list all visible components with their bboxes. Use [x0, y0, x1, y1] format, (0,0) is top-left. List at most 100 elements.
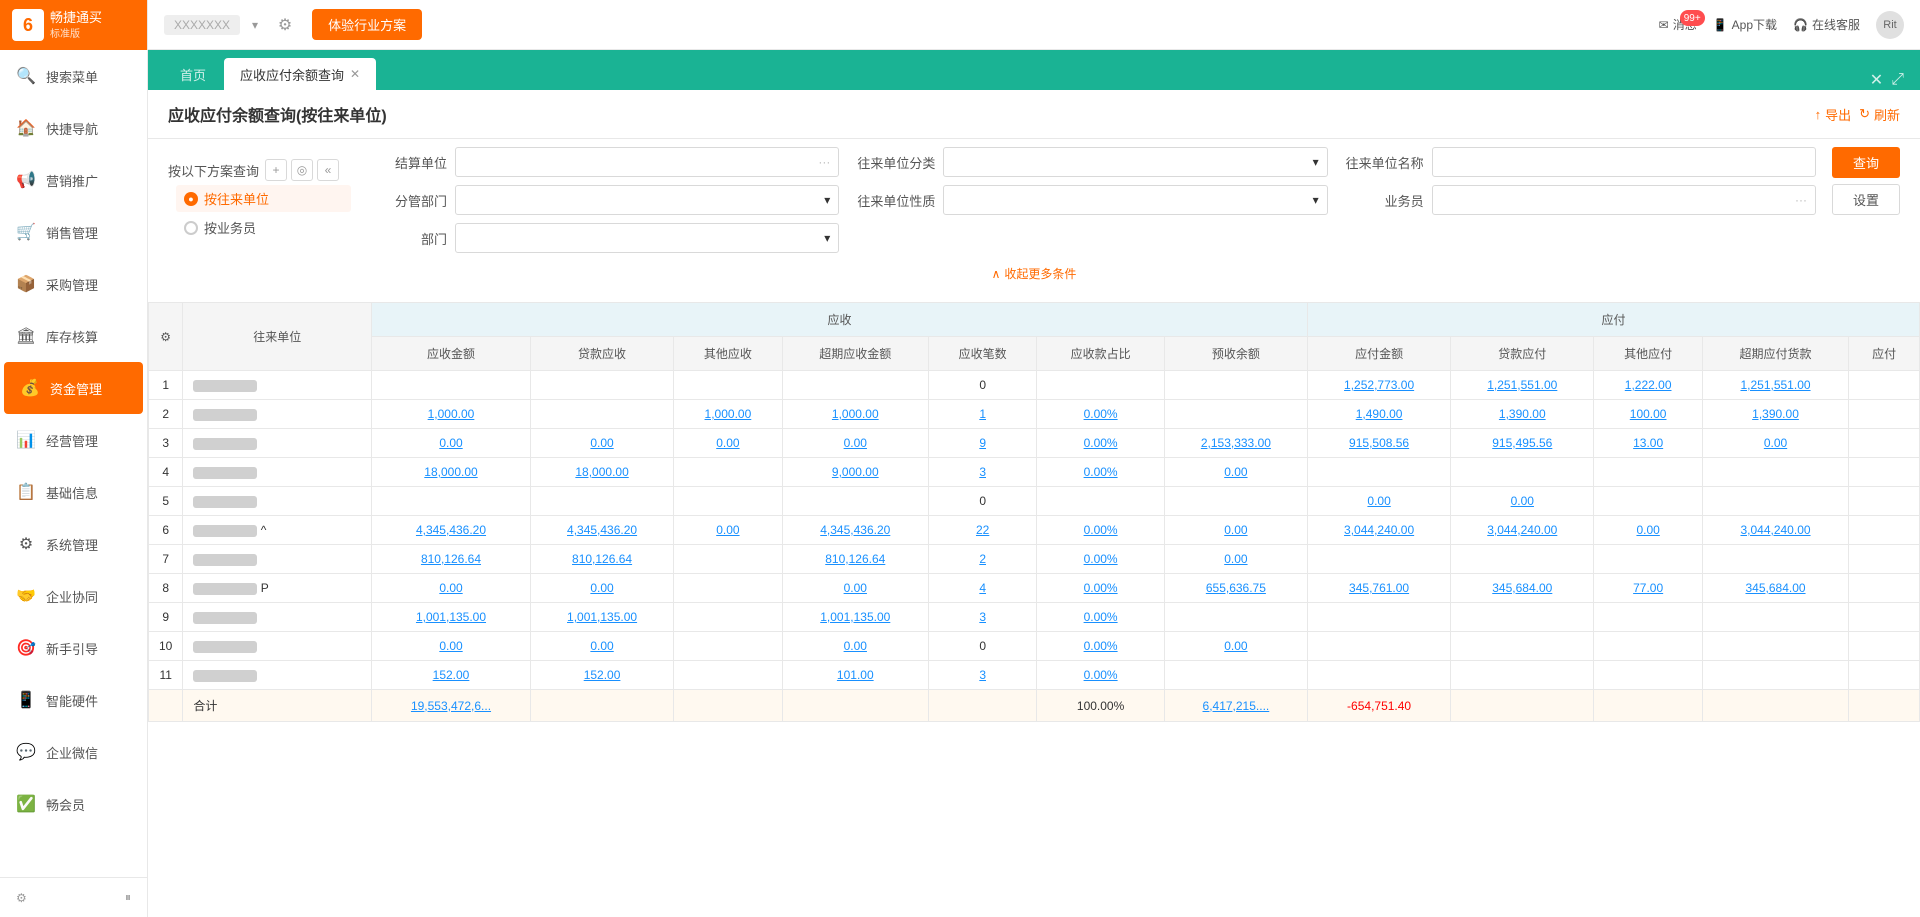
row-ar-amount[interactable]: 810,126.64 [372, 545, 531, 574]
col-settings-header[interactable]: ⚙ [149, 303, 183, 371]
row-ap-amount[interactable]: 345,761.00 [1307, 574, 1450, 603]
sidebar-item-search-menu[interactable]: 🔍 搜索菜单 [0, 50, 147, 102]
row-ap-amount[interactable]: 915,508.56 [1307, 429, 1450, 458]
row-prepay[interactable]: 0.00 [1164, 632, 1307, 661]
sidebar-item-member[interactable]: ✅ 畅会员 [0, 778, 147, 830]
row-ar-amount[interactable]: 18,000.00 [372, 458, 531, 487]
sidebar-item-hardware[interactable]: 📱 智能硬件 [0, 674, 147, 726]
row-ap-other[interactable]: 1,222.00 [1594, 371, 1703, 400]
sidebar-item-operation[interactable]: 📊 经营管理 [0, 414, 147, 466]
row-ar-overdue[interactable]: 9,000.00 [782, 458, 928, 487]
row-ar-loan[interactable]: 0.00 [530, 632, 673, 661]
row-ar-ratio[interactable]: 0.00% [1037, 632, 1164, 661]
tab-close-window-icon[interactable]: ✕ [1870, 70, 1883, 90]
filter-option-by-staff[interactable]: 按业务员 [176, 214, 351, 241]
row-ar-amount[interactable]: 0.00 [372, 429, 531, 458]
filter-add-icon[interactable]: + [265, 159, 287, 181]
row-ar-amount[interactable]: 4,345,436.20 [372, 516, 531, 545]
tab-ar-ap[interactable]: 应收应付余额查询 ✕ [224, 58, 376, 90]
filter-back-icon[interactable]: « [317, 159, 339, 181]
user-avatar[interactable]: Rit [1876, 11, 1904, 39]
topbar-dropdown-icon[interactable]: ▾ [252, 18, 258, 32]
topbar-gear-icon[interactable]: ⚙ [270, 10, 300, 40]
row-ap-loan[interactable]: 1,390.00 [1451, 400, 1594, 429]
row-ar-overdue[interactable]: 1,000.00 [782, 400, 928, 429]
row-ar-ratio[interactable]: 0.00% [1037, 458, 1164, 487]
sidebar-item-purchase[interactable]: 📦 采购管理 [0, 258, 147, 310]
total-ar-amount[interactable]: 19,553,472,6... [372, 690, 531, 722]
sidebar-item-marketing[interactable]: 📢 营销推广 [0, 154, 147, 206]
tab-expand-icon[interactable]: ⤢ [1891, 71, 1904, 89]
row-ar-count[interactable]: 1 [928, 400, 1037, 429]
row-ar-overdue[interactable]: 4,345,436.20 [782, 516, 928, 545]
filter-option-by-unit[interactable]: ● 按往来单位 [176, 185, 351, 212]
sidebar-item-basic[interactable]: 📋 基础信息 [0, 466, 147, 518]
row-prepay[interactable]: 2,153,333.00 [1164, 429, 1307, 458]
sidebar-collapse-icon[interactable]: ⏸ [125, 890, 131, 905]
row-prepay[interactable]: 655,636.75 [1164, 574, 1307, 603]
row-ar-loan[interactable]: 4,345,436.20 [530, 516, 673, 545]
row-ap-overdue[interactable]: 0.00 [1702, 429, 1848, 458]
row-ar-amount[interactable]: 1,000.00 [372, 400, 531, 429]
row-ap-loan[interactable]: 345,684.00 [1451, 574, 1594, 603]
row-ar-overdue[interactable]: 101.00 [782, 661, 928, 690]
row-ap-overdue[interactable]: 1,390.00 [1702, 400, 1848, 429]
row-ap-loan[interactable]: 1,251,551.00 [1451, 371, 1594, 400]
row-ap-amount[interactable]: 3,044,240.00 [1307, 516, 1450, 545]
row-ap-other[interactable]: 100.00 [1594, 400, 1703, 429]
row-ar-count[interactable]: 4 [928, 574, 1037, 603]
sidebar-item-guide[interactable]: 🎯 新手引导 [0, 622, 147, 674]
filter-input-dept[interactable]: ▾ [455, 223, 839, 253]
row-ap-overdue[interactable]: 1,251,551.00 [1702, 371, 1848, 400]
filter-input-unit-category[interactable]: ▾ [943, 147, 1327, 177]
row-ar-count[interactable]: 3 [928, 458, 1037, 487]
filter-input-department[interactable]: ▾ [455, 185, 839, 215]
row-ar-loan[interactable]: 0.00 [530, 429, 673, 458]
sidebar-item-quick-nav[interactable]: 🏠 快捷导航 [0, 102, 147, 154]
row-prepay[interactable]: 0.00 [1164, 545, 1307, 574]
row-ar-count[interactable]: 9 [928, 429, 1037, 458]
app-download-button[interactable]: 📱 App下载 [1713, 16, 1777, 33]
row-ar-count[interactable]: 22 [928, 516, 1037, 545]
row-ap-overdue[interactable]: 3,044,240.00 [1702, 516, 1848, 545]
row-prepay[interactable]: 0.00 [1164, 458, 1307, 487]
row-ap-loan[interactable]: 0.00 [1451, 487, 1594, 516]
row-ar-overdue[interactable]: 1,001,135.00 [782, 603, 928, 632]
row-ap-amount[interactable]: 0.00 [1307, 487, 1450, 516]
row-ap-overdue[interactable]: 345,684.00 [1702, 574, 1848, 603]
row-ar-ratio[interactable]: 0.00% [1037, 661, 1164, 690]
row-ap-loan[interactable]: 3,044,240.00 [1451, 516, 1594, 545]
row-ar-overdue[interactable]: 810,126.64 [782, 545, 928, 574]
query-button[interactable]: 查询 [1832, 147, 1900, 178]
row-ar-ratio[interactable]: 0.00% [1037, 545, 1164, 574]
filter-input-salesman[interactable]: ··· [1432, 185, 1816, 215]
filter-target-icon[interactable]: ◎ [291, 159, 313, 181]
row-ar-count[interactable]: 2 [928, 545, 1037, 574]
row-ar-amount[interactable]: 1,001,135.00 [372, 603, 531, 632]
refresh-button[interactable]: ↻ 刷新 [1859, 105, 1900, 124]
row-ap-amount[interactable]: 1,490.00 [1307, 400, 1450, 429]
row-ar-count[interactable]: 3 [928, 603, 1037, 632]
row-ar-ratio[interactable]: 0.00% [1037, 400, 1164, 429]
sidebar-item-sales[interactable]: 🛒 销售管理 [0, 206, 147, 258]
row-ar-ratio[interactable]: 0.00% [1037, 574, 1164, 603]
row-ar-overdue[interactable]: 0.00 [782, 574, 928, 603]
solution-button[interactable]: 体验行业方案 [312, 9, 422, 40]
row-ap-other[interactable]: 77.00 [1594, 574, 1703, 603]
filter-input-settlement[interactable]: ··· [455, 147, 839, 177]
row-ar-overdue[interactable]: 0.00 [782, 632, 928, 661]
row-ar-amount[interactable]: 0.00 [372, 574, 531, 603]
sidebar-item-enterprise[interactable]: 🤝 企业协同 [0, 570, 147, 622]
tab-home[interactable]: 首页 [164, 58, 222, 90]
row-ar-other[interactable]: 1,000.00 [674, 400, 783, 429]
total-prepay[interactable]: 6,417,215.... [1164, 690, 1307, 722]
sidebar-item-inventory[interactable]: 🏛 库存核算 [0, 310, 147, 362]
row-ar-overdue[interactable]: 0.00 [782, 429, 928, 458]
row-ar-other[interactable]: 0.00 [674, 429, 783, 458]
export-button[interactable]: ↑ 导出 [1815, 105, 1852, 124]
row-ar-amount[interactable]: 152.00 [372, 661, 531, 690]
row-ap-other[interactable]: 0.00 [1594, 516, 1703, 545]
row-ar-other[interactable]: 0.00 [674, 516, 783, 545]
row-prepay[interactable]: 0.00 [1164, 516, 1307, 545]
row-ar-ratio[interactable]: 0.00% [1037, 603, 1164, 632]
